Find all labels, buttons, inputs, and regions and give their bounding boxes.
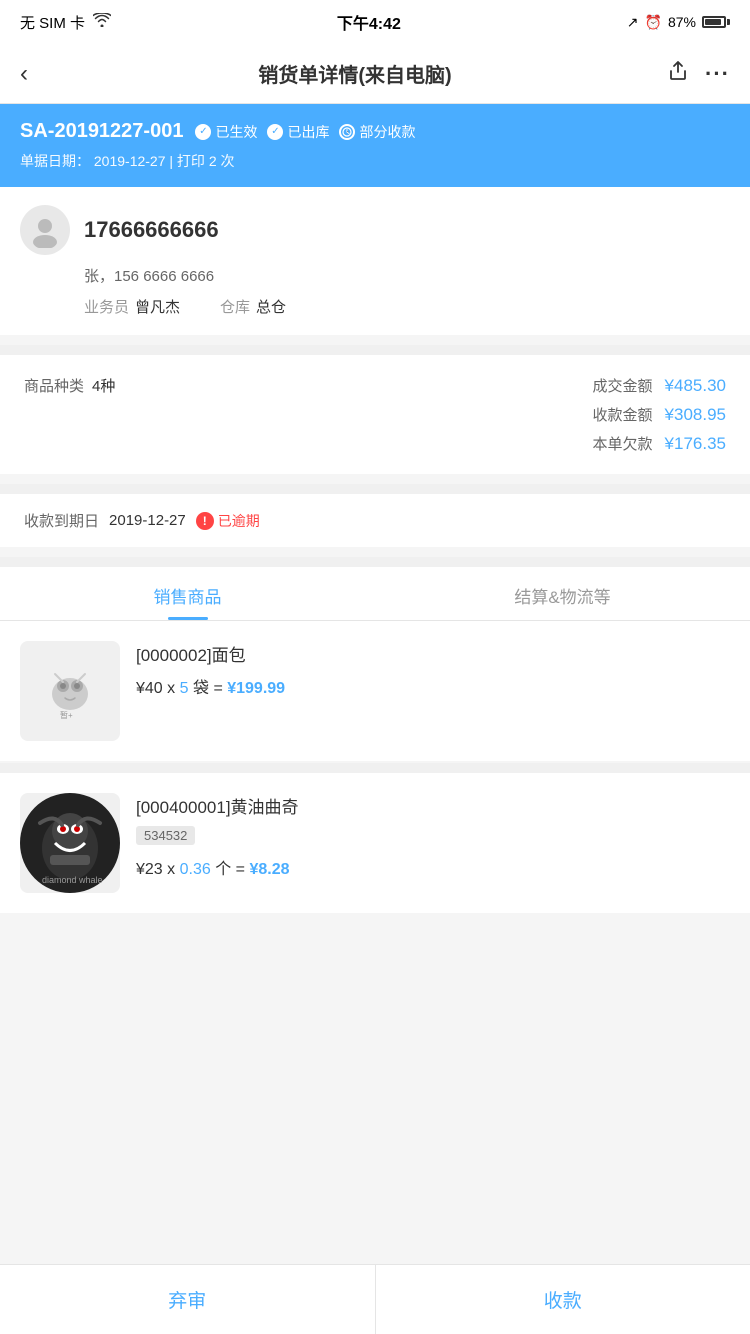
status-badge-shipped: ✓ 已出库 [267, 122, 329, 142]
tabs-section: 销售商品 结算&物流等 [0, 567, 750, 621]
product-info-1: [0000002]面包 ¥40 x 5 袋 = ¥199.99 [136, 641, 730, 698]
warehouse-label: 仓库 [220, 296, 250, 317]
order-header: SA-20191227-001 ✓ 已生效 ✓ 已出库 部分收款 [0, 104, 750, 187]
battery-icon [702, 16, 730, 28]
avatar [20, 205, 70, 255]
product-thumbnail-1: 暂+ [20, 641, 120, 741]
overdue-icon: ! [196, 512, 214, 530]
product-name-2: [000400001]黄油曲奇 [136, 793, 730, 818]
customer-section: 17666666666 张，156 6666 6666 业务员 曾凡杰 仓库 总… [0, 187, 750, 335]
product-info-2: [000400001]黄油曲奇 534532 ¥23 x 0.36 个 = ¥8… [136, 793, 730, 879]
status-badges: ✓ 已生效 ✓ 已出库 部分收款 [195, 122, 415, 142]
stats-section: 商品种类 4种 成交金额 ¥485.30 收款金额 ¥308.95 本单欠款 ¥… [0, 355, 750, 474]
warehouse-item: 仓库 总仓 [220, 296, 286, 317]
tab-sales-products[interactable]: 销售商品 [0, 567, 375, 620]
stats-right: 成交金额 ¥485.30 收款金额 ¥308.95 本单欠款 ¥176.35 [593, 375, 726, 454]
product-thumbnail-2: diamond whale [20, 793, 120, 893]
product-type-value: 4种 [92, 375, 115, 396]
list-item: 暂+ [0000002]面包 ¥40 x 5 袋 = ¥199.99 [0, 621, 750, 761]
product-qty-2: 0.36 [180, 861, 211, 878]
product-qty-1: 5 [180, 680, 189, 697]
customer-phone: 17666666666 [84, 217, 219, 243]
collected-row: 收款金额 ¥308.95 [593, 404, 726, 425]
share-icon[interactable] [667, 60, 689, 88]
collected-value: ¥308.95 [665, 405, 726, 425]
tab-underline [168, 617, 208, 620]
product-list: 暂+ [0000002]面包 ¥40 x 5 袋 = ¥199.99 [0, 621, 750, 913]
status-right: ↗ ⏰ 87% [627, 14, 730, 31]
owed-label: 本单欠款 [593, 433, 653, 454]
warehouse-value: 总仓 [256, 296, 286, 317]
salesperson-value: 曾凡杰 [135, 296, 180, 317]
product-total-1: ¥199.99 [227, 680, 285, 697]
carrier-text: 无 SIM 卡 [20, 12, 85, 33]
salesperson-item: 业务员 曾凡杰 [84, 296, 180, 317]
status-badge-partial: 部分收款 [339, 122, 415, 142]
tab-settlement[interactable]: 结算&物流等 [375, 567, 750, 620]
alarm-icon: ⏰ [645, 14, 662, 31]
status-badge-active: ✓ 已生效 [195, 122, 257, 142]
wifi-icon [93, 13, 111, 32]
due-date-value: 2019-12-27 [109, 512, 186, 529]
deal-amount-label: 成交金额 [593, 375, 653, 396]
battery-percent: 87% [668, 14, 696, 30]
overdue-badge: ! 已逾期 [196, 511, 260, 531]
customer-contact: 张，156 6666 6666 [20, 265, 730, 286]
deal-amount-row: 成交金额 ¥485.30 [593, 375, 726, 396]
status-left: 无 SIM 卡 [20, 12, 111, 33]
collect-button[interactable]: 收款 [376, 1265, 750, 1334]
product-type-row: 商品种类 4种 [24, 375, 115, 396]
cancel-button[interactable]: 弃审 [0, 1265, 376, 1334]
owed-row: 本单欠款 ¥176.35 [593, 433, 726, 454]
product-type-label: 商品种类 [24, 375, 84, 396]
product-name-1: [0000002]面包 [136, 641, 730, 666]
overdue-text: 已逾期 [218, 511, 260, 531]
list-item: diamond whale [000400001]黄油曲奇 534532 ¥23… [0, 773, 750, 913]
clock-icon [339, 124, 355, 140]
product-sku-2: 534532 [136, 826, 195, 845]
check-icon-2: ✓ [267, 124, 283, 140]
customer-meta: 业务员 曾凡杰 仓库 总仓 [20, 296, 730, 317]
deal-amount-value: ¥485.30 [665, 376, 726, 396]
nav-actions: ··· [650, 60, 730, 88]
customer-row: 17666666666 [20, 205, 730, 255]
status-bar: 无 SIM 卡 下午4:42 ↗ ⏰ 87% [0, 0, 750, 44]
product-total-2: ¥8.28 [249, 861, 289, 878]
due-section: 收款到期日 2019-12-27 ! 已逾期 [0, 494, 750, 547]
bottom-bar: 弃审 收款 [0, 1264, 750, 1334]
tabs-row: 销售商品 结算&物流等 [0, 567, 750, 621]
product-price-1: ¥40 x 5 袋 = ¥199.99 [136, 674, 730, 698]
location-icon: ↗ [627, 14, 639, 31]
stats-left: 商品种类 4种 [24, 375, 115, 396]
salesperson-label: 业务员 [84, 296, 129, 317]
more-icon[interactable]: ··· [705, 61, 730, 87]
nav-bar: ‹ 销货单详情(来自电脑) ··· [0, 44, 750, 104]
svg-text:暂+: 暂+ [60, 710, 73, 720]
page-title: 销货单详情(来自电脑) [60, 59, 650, 88]
due-date-label: 收款到期日 [24, 510, 99, 531]
status-time: 下午4:42 [337, 10, 401, 34]
svg-text:diamond whale: diamond whale [42, 875, 103, 885]
back-button[interactable]: ‹ [20, 60, 60, 88]
check-icon-1: ✓ [195, 124, 211, 140]
product-price-2: ¥23 x 0.36 个 = ¥8.28 [136, 855, 730, 879]
owed-value: ¥176.35 [665, 434, 726, 454]
collected-label: 收款金额 [593, 404, 653, 425]
order-date: 单据日期： 2019-12-27 | 打印 2 次 [20, 151, 730, 171]
order-id: SA-20191227-001 [20, 120, 183, 143]
